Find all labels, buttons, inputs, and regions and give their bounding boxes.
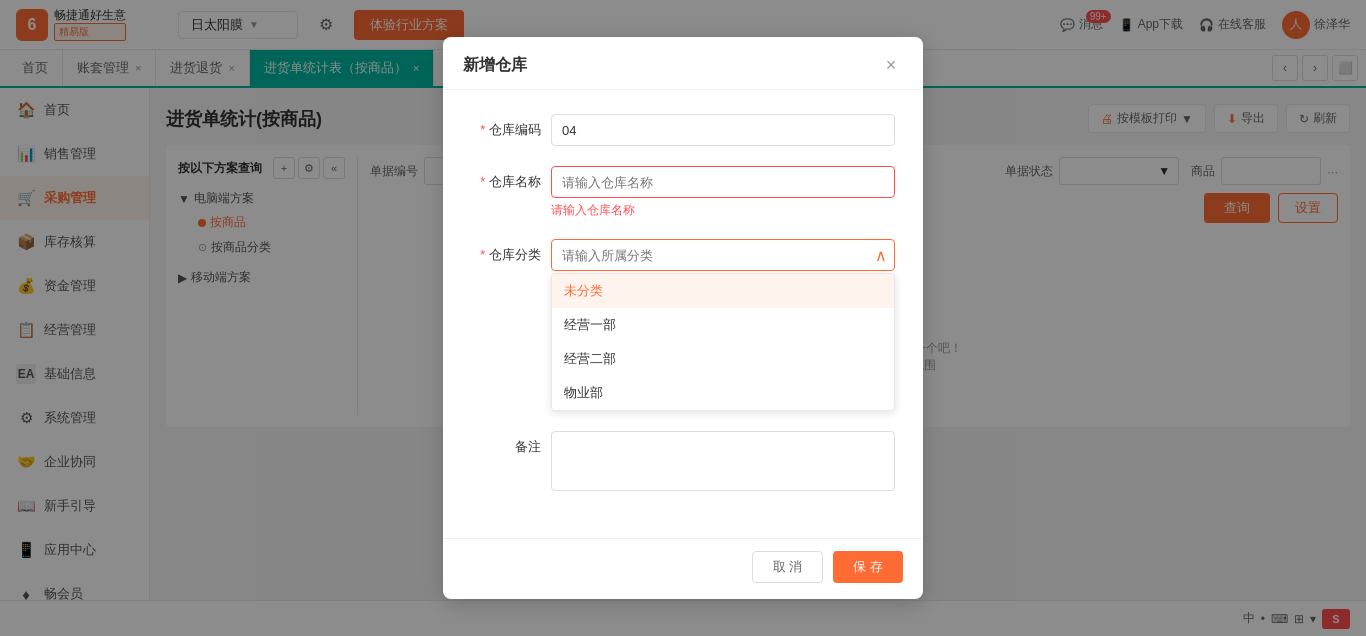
cancel-button[interactable]: 取 消 xyxy=(752,551,824,583)
required-star2: * xyxy=(480,174,485,189)
dropdown-item-dept3[interactable]: 物业部 xyxy=(552,376,894,410)
warehouse-name-error: 请输入仓库名称 xyxy=(551,202,895,219)
warehouse-category-label: * 仓库分类 xyxy=(471,239,551,271)
note-control xyxy=(551,431,895,494)
add-warehouse-dialog: 新增仓库 × * 仓库编码 * 仓库名称 请输入仓库名称 xyxy=(443,37,923,599)
form-item-note: 备注 xyxy=(471,431,895,494)
dialog-close-button[interactable]: × xyxy=(879,53,903,77)
save-button[interactable]: 保 存 xyxy=(833,551,903,583)
dialog-header: 新增仓库 × xyxy=(443,37,923,90)
category-arrow-icon[interactable]: ∧ xyxy=(875,246,887,265)
warehouse-name-input[interactable] xyxy=(551,166,895,198)
dialog-body: * 仓库编码 * 仓库名称 请输入仓库名称 * 仓库分类 xyxy=(443,90,923,538)
warehouse-name-control: 请输入仓库名称 xyxy=(551,166,895,219)
note-label: 备注 xyxy=(471,431,551,463)
warehouse-name-label: * 仓库名称 xyxy=(471,166,551,198)
dropdown-item-dept1[interactable]: 经营一部 xyxy=(552,308,894,342)
form-item-name: * 仓库名称 请输入仓库名称 xyxy=(471,166,895,219)
form-item-code: * 仓库编码 xyxy=(471,114,895,146)
dropdown-item-unclassified[interactable]: 未分类 xyxy=(552,274,894,308)
dialog-footer: 取 消 保 存 xyxy=(443,538,923,599)
dropdown-item-dept2[interactable]: 经营二部 xyxy=(552,342,894,376)
required-star: * xyxy=(480,122,485,137)
form-item-category: * 仓库分类 ∧ 未分类 经营一部 经营二部 物业部 xyxy=(471,239,895,411)
warehouse-code-control xyxy=(551,114,895,146)
warehouse-category-input[interactable] xyxy=(551,239,895,271)
note-textarea[interactable] xyxy=(551,431,895,491)
warehouse-code-label: * 仓库编码 xyxy=(471,114,551,146)
dialog-title: 新增仓库 xyxy=(463,55,527,76)
warehouse-code-input[interactable] xyxy=(551,114,895,146)
category-dropdown: 未分类 经营一部 经营二部 物业部 xyxy=(551,273,895,411)
category-input-wrap: ∧ xyxy=(551,239,895,271)
required-star3: * xyxy=(480,247,485,262)
warehouse-category-control: ∧ 未分类 经营一部 经营二部 物业部 xyxy=(551,239,895,411)
